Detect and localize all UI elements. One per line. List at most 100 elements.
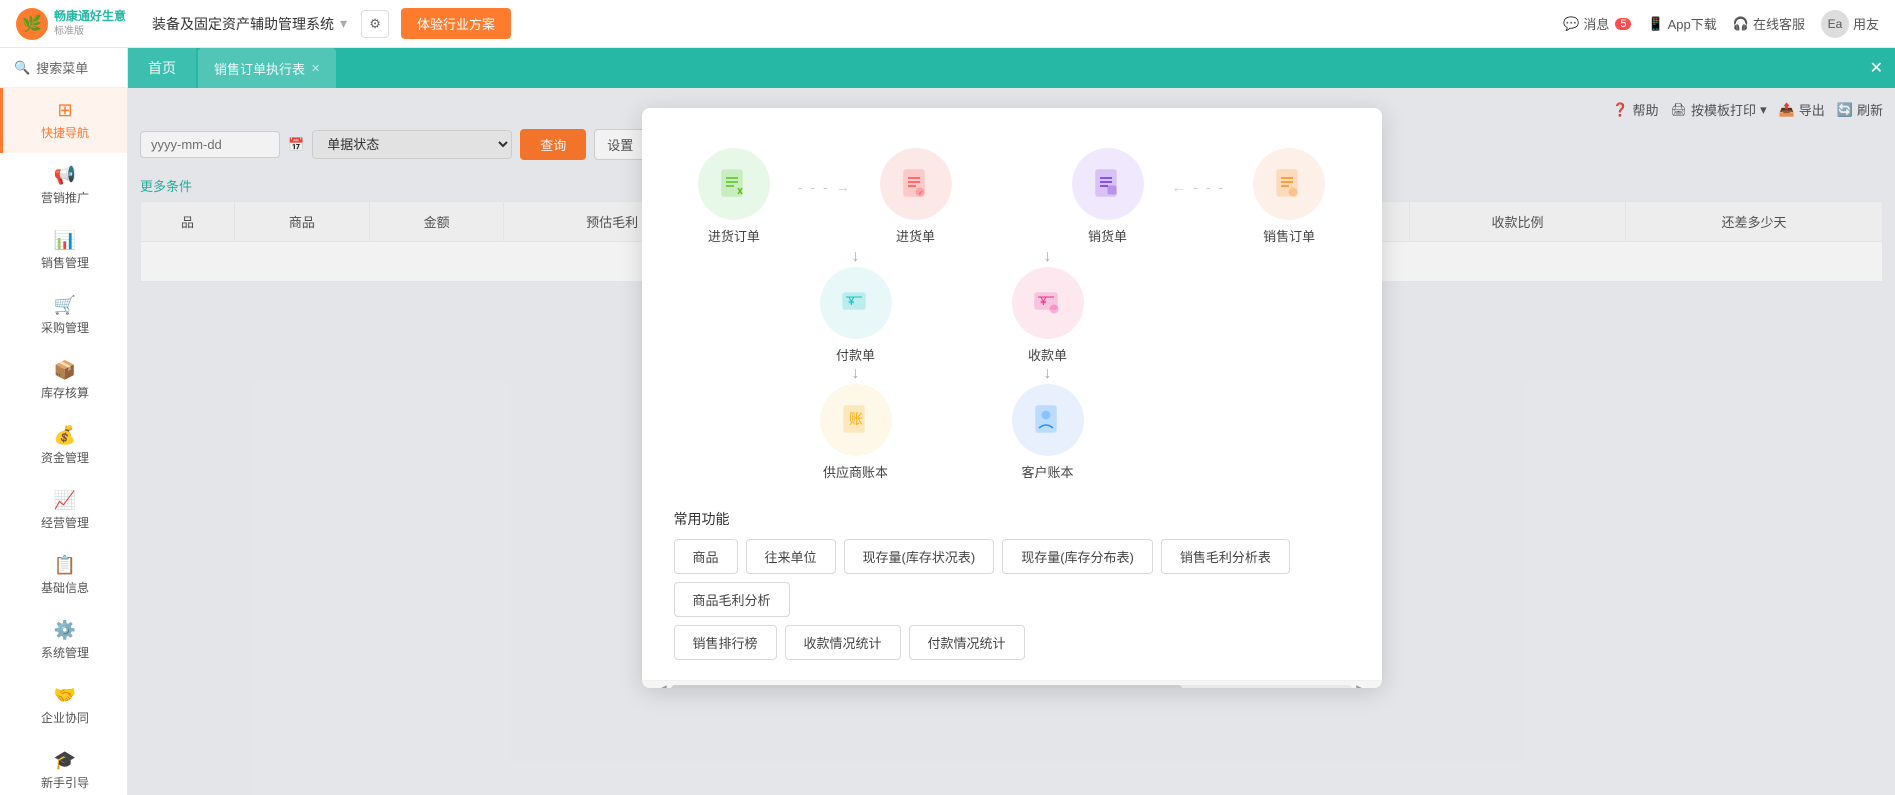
search-label: 搜索菜单 bbox=[36, 58, 88, 77]
purchase-order-node: 进货订单 bbox=[698, 148, 770, 245]
search-icon: 🔍 bbox=[14, 60, 30, 76]
modal-content: 进货订单 - - - → bbox=[642, 108, 1382, 672]
purchase-icon: 🛒 bbox=[54, 295, 76, 316]
sidebar-item-marketing[interactable]: 📢 营销推广 bbox=[0, 153, 127, 218]
scrollbar-thumb[interactable] bbox=[671, 685, 1182, 689]
svg-text:账: 账 bbox=[849, 411, 863, 427]
user-item[interactable]: Ea 用友 bbox=[1821, 10, 1879, 38]
sales-bill-node: 销货单 bbox=[1072, 148, 1144, 245]
purchase-bill-label: 进货单 bbox=[896, 226, 935, 245]
app-download-icon: 📱 bbox=[1647, 16, 1663, 32]
guide-icon: 🎓 bbox=[54, 750, 76, 771]
payment-bill-node: ¥ 付款单 bbox=[820, 267, 892, 364]
purchase-order-label: 进货订单 bbox=[708, 226, 760, 245]
func-btn-product[interactable]: 商品 bbox=[674, 539, 738, 574]
user-label: 用友 bbox=[1853, 14, 1879, 33]
sidebar-item-new-guide[interactable]: 🎓 新手引导 bbox=[0, 738, 127, 795]
content-area: 首页 销售订单执行表 ✕ ✕ ❓ 帮助 bbox=[128, 48, 1895, 795]
quick-nav-icon: ⊞ bbox=[57, 100, 72, 121]
customer-ledger-node: 客户账本 bbox=[1012, 384, 1084, 481]
tab-home-label: 首页 bbox=[148, 58, 176, 78]
func-btn-receipt-stats[interactable]: 收款情况统计 bbox=[785, 625, 901, 660]
scroll-left-arrow[interactable]: ◀ bbox=[654, 682, 671, 689]
func-btn-inventory-status[interactable]: 现存量(库存状况表) bbox=[844, 539, 995, 574]
sales-order-node: 销售订单 bbox=[1253, 148, 1325, 245]
scrollbar-track[interactable] bbox=[671, 685, 1353, 689]
system-title: 装备及固定资产辅助管理系统 ▾ bbox=[152, 14, 353, 34]
finance-icon: 💰 bbox=[54, 425, 76, 446]
supplier-ledger-node: 账 供应商账本 bbox=[820, 384, 892, 481]
svg-text:¥: ¥ bbox=[847, 294, 855, 308]
payment-bill-circle: ¥ bbox=[820, 267, 892, 339]
arrow-down-customer-ledger: ↓ bbox=[1044, 366, 1052, 382]
operations-icon: 📈 bbox=[54, 490, 76, 511]
sidebar-item-label: 快捷导航 bbox=[41, 124, 89, 141]
avatar-text: Ea bbox=[1828, 17, 1843, 31]
modal-overlay: 进货订单 - - - → bbox=[128, 88, 1895, 795]
tab-label: 销售订单执行表 bbox=[214, 59, 305, 78]
function-buttons-row2: 销售排行榜 收款情况统计 付款情况统计 bbox=[674, 625, 1350, 660]
logo-line1: 畅康通好生意 bbox=[54, 9, 126, 25]
system-icon: ⚙️ bbox=[54, 620, 76, 641]
modal-scrollbar-area: ◀ ▶ bbox=[642, 680, 1382, 688]
func-btn-payment-stats[interactable]: 付款情况统计 bbox=[909, 625, 1025, 660]
inventory-icon: 📦 bbox=[54, 360, 76, 381]
func-btn-counterparty[interactable]: 往来单位 bbox=[746, 539, 836, 574]
sidebar-search[interactable]: 🔍 搜索菜单 bbox=[0, 48, 127, 88]
system-title-text: 装备及固定资产辅助管理系统 bbox=[152, 14, 334, 34]
sidebar-item-corp-collab[interactable]: 🤝 企业协同 bbox=[0, 673, 127, 738]
customer-ledger-circle bbox=[1012, 384, 1084, 456]
top-bar: 🌿 畅康通好生意 标准版 装备及固定资产辅助管理系统 ▾ ⚙ 体验行业方案 💬 … bbox=[0, 0, 1895, 48]
sidebar-item-system-mgmt[interactable]: ⚙️ 系统管理 bbox=[0, 608, 127, 673]
sidebar-item-label: 基础信息 bbox=[41, 579, 89, 596]
receipt-bill-circle: ¥ bbox=[1012, 267, 1084, 339]
app-download-item[interactable]: 📱 App下载 bbox=[1647, 14, 1716, 33]
sidebar-item-label: 营销推广 bbox=[41, 189, 89, 206]
sidebar-item-finance[interactable]: 💰 资金管理 bbox=[0, 413, 127, 478]
function-buttons: 商品 往来单位 现存量(库存状况表) 现存量(库存分布表) 销售毛利分析表 商品… bbox=[674, 539, 1350, 617]
sidebar-item-inventory[interactable]: 📦 库存核算 bbox=[0, 348, 127, 413]
marketing-icon: 📢 bbox=[54, 165, 76, 186]
top-bar-right: 💬 消息 5 📱 App下载 🎧 在线客服 Ea 用友 bbox=[1563, 10, 1879, 38]
sidebar-item-purchase-mgmt[interactable]: 🛒 采购管理 bbox=[0, 283, 127, 348]
sales-bill-circle bbox=[1072, 148, 1144, 220]
arrow-down-payment: ↓ bbox=[852, 249, 860, 265]
purchase-bill-circle: ✓ bbox=[880, 148, 952, 220]
func-btn-sales-profit-analysis[interactable]: 销售毛利分析表 bbox=[1161, 539, 1290, 574]
svg-text:✓: ✓ bbox=[918, 190, 924, 197]
logo-text: 畅康通好生意 标准版 bbox=[54, 9, 126, 38]
tab-sales-order-exec[interactable]: 销售订单执行表 ✕ bbox=[198, 48, 336, 88]
scroll-right-arrow[interactable]: ▶ bbox=[1352, 682, 1369, 689]
message-badge: 5 bbox=[1615, 18, 1631, 30]
online-service-item[interactable]: 🎧 在线客服 bbox=[1733, 14, 1805, 33]
avatar: Ea bbox=[1821, 10, 1849, 38]
sidebar-item-basic-info[interactable]: 📋 基础信息 bbox=[0, 543, 127, 608]
common-functions-title: 常用功能 bbox=[674, 509, 1350, 529]
sales-order-label: 销售订单 bbox=[1263, 226, 1315, 245]
message-icon: 💬 bbox=[1563, 16, 1579, 32]
func-btn-inventory-dist[interactable]: 现存量(库存分布表) bbox=[1002, 539, 1153, 574]
tab-close-icon[interactable]: ✕ bbox=[311, 62, 320, 75]
online-service-icon: 🎧 bbox=[1733, 16, 1749, 32]
trial-button[interactable]: 体验行业方案 bbox=[401, 8, 511, 39]
corp-icon: 🤝 bbox=[54, 685, 76, 706]
sales-bill-label: 销货单 bbox=[1088, 226, 1127, 245]
dropdown-icon[interactable]: ▾ bbox=[340, 15, 347, 32]
tab-home[interactable]: 首页 bbox=[128, 48, 196, 88]
app-download-label: App下载 bbox=[1668, 14, 1717, 33]
sidebar-item-label: 系统管理 bbox=[41, 644, 89, 661]
sidebar-item-label: 新手引导 bbox=[41, 774, 89, 791]
settings-icon[interactable]: ⚙ bbox=[361, 10, 389, 38]
message-item[interactable]: 💬 消息 5 bbox=[1563, 14, 1631, 33]
sidebar-item-quick-nav[interactable]: ⊞ 快捷导航 bbox=[0, 88, 127, 153]
app-container: 🌿 畅康通好生意 标准版 装备及固定资产辅助管理系统 ▾ ⚙ 体验行业方案 💬 … bbox=[0, 0, 1895, 795]
func-btn-product-profit-analysis[interactable]: 商品毛利分析 bbox=[674, 582, 790, 617]
func-btn-sales-rank[interactable]: 销售排行榜 bbox=[674, 625, 777, 660]
sidebar-item-sales-mgmt[interactable]: 📊 销售管理 bbox=[0, 218, 127, 283]
sidebar-item-operations[interactable]: 📈 经营管理 bbox=[0, 478, 127, 543]
receipt-bill-node: ¥ 收款单 bbox=[1012, 267, 1084, 364]
logo-icon: 🌿 bbox=[16, 8, 48, 40]
arrow-down-receipt: ↓ bbox=[1044, 249, 1052, 265]
tab-bar-close-button[interactable]: ✕ bbox=[1870, 58, 1883, 78]
sidebar-item-label: 经营管理 bbox=[41, 514, 89, 531]
